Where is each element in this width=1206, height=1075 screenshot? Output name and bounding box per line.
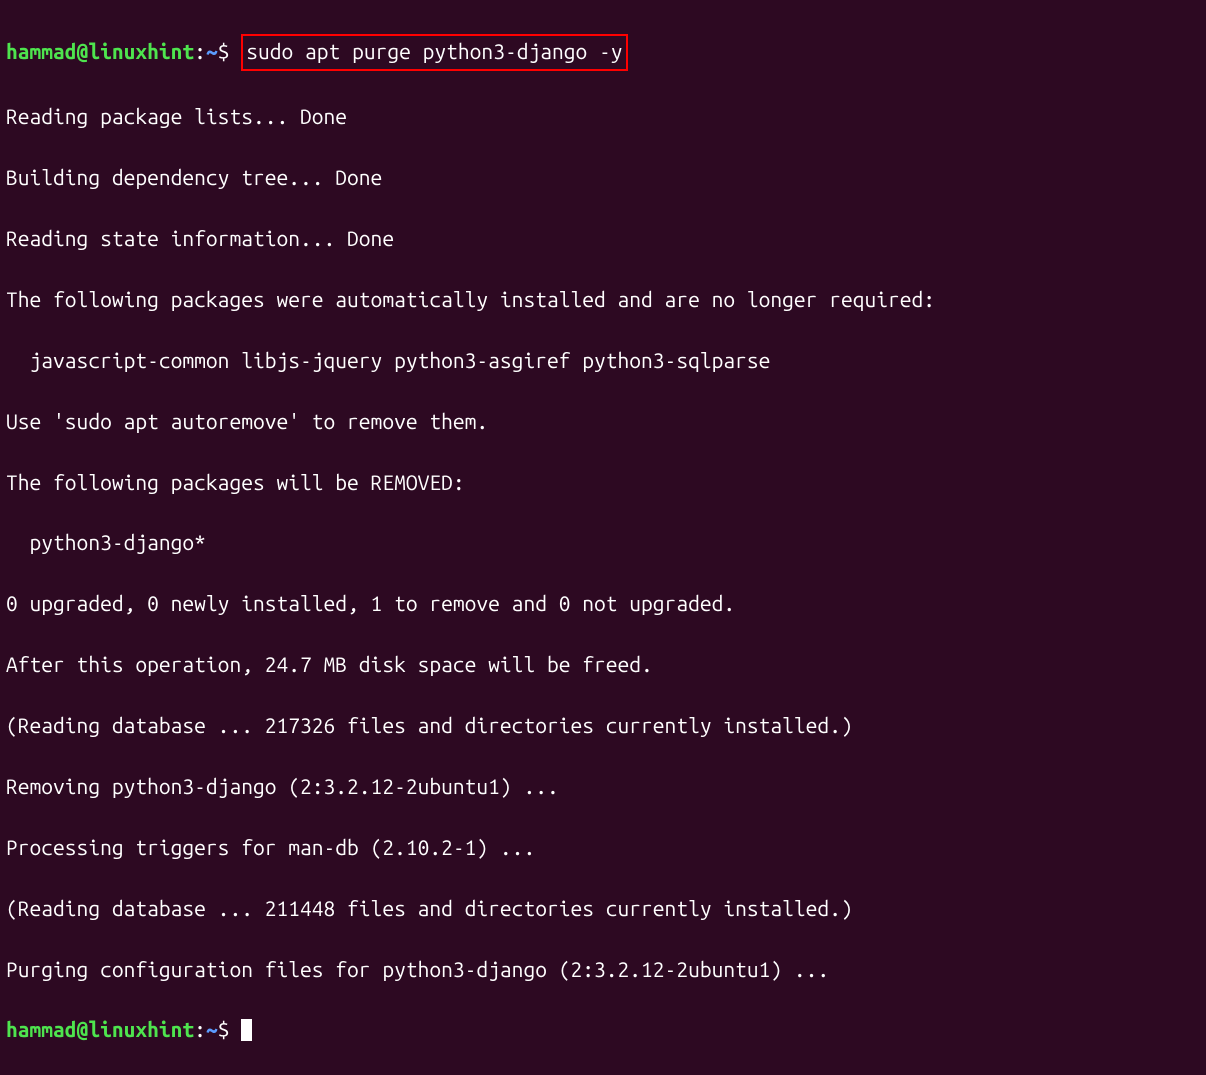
output-line: Use 'sudo apt autoremove' to remove them… [6, 406, 1200, 436]
prompt-colon: : [194, 1017, 206, 1041]
prompt-path: ~ [206, 1017, 218, 1041]
output-line: The following packages will be REMOVED: [6, 467, 1200, 497]
output-line: (Reading database ... 217326 files and d… [6, 710, 1200, 740]
prompt-colon: : [194, 39, 206, 63]
output-line: (Reading database ... 211448 files and d… [6, 893, 1200, 923]
output-line: After this operation, 24.7 MB disk space… [6, 649, 1200, 679]
output-line: javascript-common libjs-jquery python3-a… [6, 345, 1200, 375]
prompt-dollar: $ [218, 1017, 242, 1041]
output-line: Reading state information... Done [6, 223, 1200, 253]
output-line: Processing triggers for man-db (2.10.2-1… [6, 832, 1200, 862]
output-line: 0 upgraded, 0 newly installed, 1 to remo… [6, 588, 1200, 618]
prompt-user: hammad@linuxhint [6, 39, 194, 63]
prompt-line-1: hammad@linuxhint:~$ sudo apt purge pytho… [6, 34, 1200, 70]
output-line: The following packages were automaticall… [6, 284, 1200, 314]
output-line: Removing python3-django (2:3.2.12-2ubunt… [6, 771, 1200, 801]
cursor [241, 1019, 252, 1041]
output-line: Building dependency tree... Done [6, 162, 1200, 192]
command-text: sudo apt purge python3-django -y [246, 39, 622, 63]
prompt-user: hammad@linuxhint [6, 1017, 194, 1041]
command-highlight-box: sudo apt purge python3-django -y [241, 34, 627, 70]
prompt-line-2: hammad@linuxhint:~$ [6, 1014, 1200, 1044]
output-line: python3-django* [6, 527, 1200, 557]
output-line: Reading package lists... Done [6, 101, 1200, 131]
prompt-dollar: $ [218, 39, 242, 63]
output-line: Purging configuration files for python3-… [6, 954, 1200, 984]
prompt-path: ~ [206, 39, 218, 63]
terminal-window[interactable]: hammad@linuxhint:~$ sudo apt purge pytho… [6, 4, 1200, 1075]
